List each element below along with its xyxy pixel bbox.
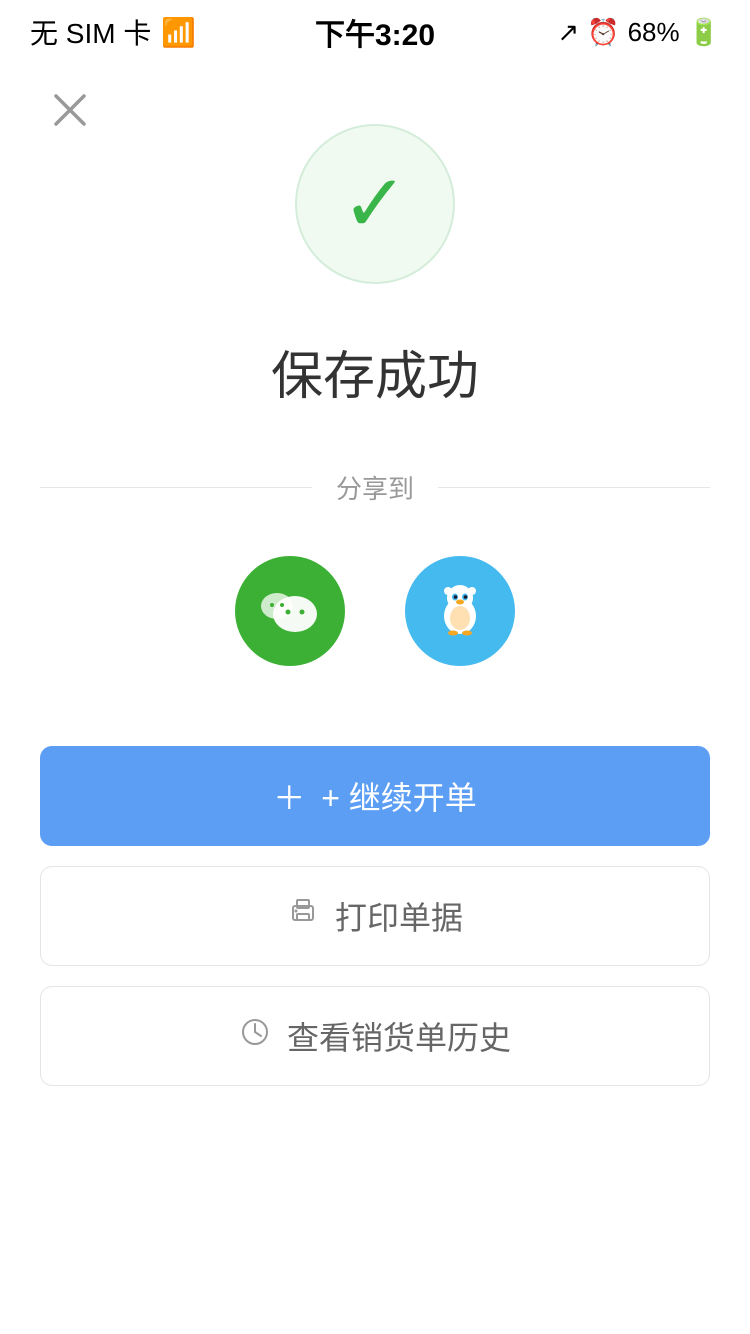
continue-button[interactable]: ＋ + 继续开单: [40, 746, 710, 846]
qq-icon: [429, 580, 491, 642]
print-label: 打印单据: [335, 893, 463, 939]
location-icon: ↗: [557, 17, 579, 48]
qq-share-button[interactable]: [405, 556, 515, 666]
history-button[interactable]: 查看销货单历史: [40, 986, 710, 1086]
divider-line-right: [438, 487, 710, 488]
success-title: 保存成功: [271, 334, 479, 409]
battery-icon: 🔋: [688, 17, 720, 48]
status-time: 下午3:20: [315, 10, 435, 54]
history-label: 查看销货单历史: [287, 1013, 511, 1059]
close-button[interactable]: [40, 80, 100, 140]
close-icon: [50, 90, 90, 130]
continue-label: + 继续开单: [321, 773, 477, 819]
success-circle: ✓: [295, 124, 455, 284]
action-buttons: ＋ + 继续开单 打印单据: [0, 746, 750, 1086]
history-icon: [239, 1016, 271, 1056]
main-content: ✓ 保存成功 分享到: [0, 64, 750, 1086]
status-left: 无 SIM 卡 📶: [30, 12, 196, 52]
wifi-icon: 📶: [161, 16, 196, 49]
battery-level: 68%: [628, 17, 680, 48]
no-sim-label: 无 SIM 卡: [30, 12, 151, 52]
status-right: ↗ ⏰ 68% 🔋: [557, 17, 720, 48]
wechat-share-button[interactable]: [235, 556, 345, 666]
share-icons: [235, 556, 515, 666]
share-label: 分享到: [312, 469, 438, 506]
share-divider: 分享到: [0, 469, 750, 506]
alarm-icon: ⏰: [587, 17, 619, 48]
print-button[interactable]: 打印单据: [40, 866, 710, 966]
checkmark-icon: ✓: [341, 164, 408, 244]
print-icon: [287, 896, 319, 936]
wechat-icon: [255, 576, 325, 646]
divider-line-left: [40, 487, 312, 488]
status-bar: 无 SIM 卡 📶 下午3:20 ↗ ⏰ 68% 🔋: [0, 0, 750, 64]
plus-icon: ＋: [273, 773, 305, 819]
